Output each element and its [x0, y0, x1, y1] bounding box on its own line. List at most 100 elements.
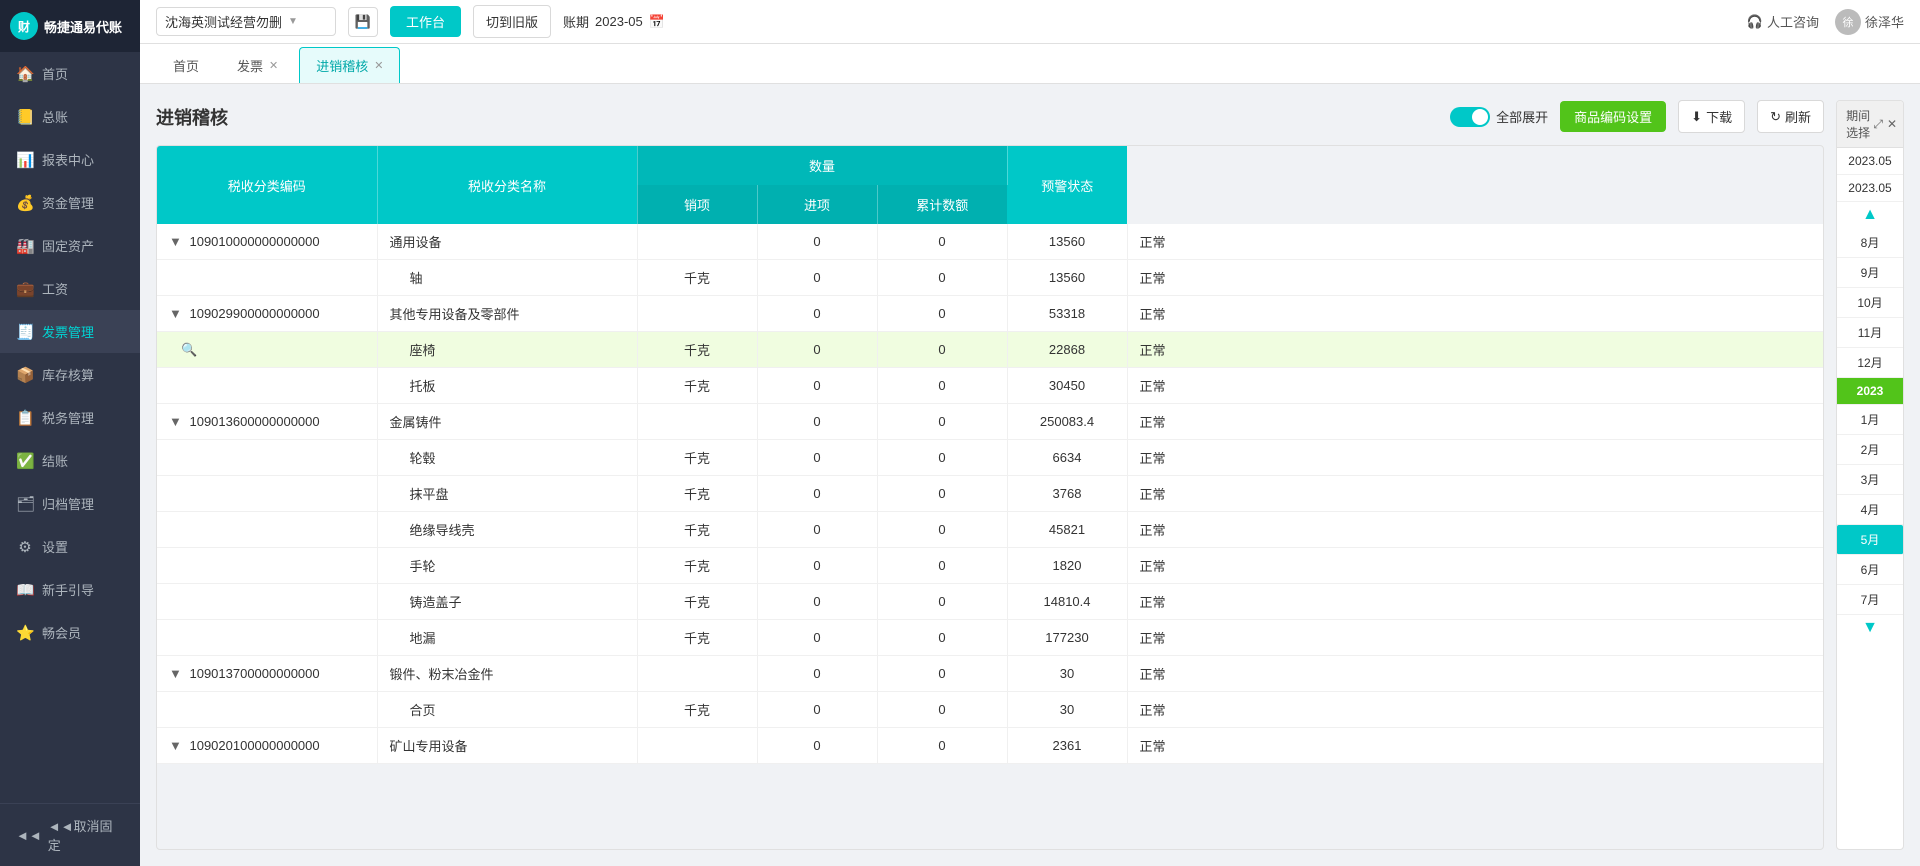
period-item-2023-05-b[interactable]: 2023.05: [1837, 175, 1903, 202]
refresh-button[interactable]: ↻ 刷新: [1757, 100, 1824, 133]
table-row: 托板 千克 0 0 30450 正常: [157, 368, 1823, 404]
table-cell-warning: 正常: [1127, 620, 1823, 656]
expand-icon[interactable]: ▼: [169, 738, 182, 753]
table-cell-sales: 0: [757, 584, 877, 620]
sidebar-item-member[interactable]: ⭐ 畅会员: [0, 611, 140, 654]
period-3[interactable]: 3月: [1837, 465, 1903, 495]
content-area: 进销稽核 全部展开 商品编码设置 ⬇ 下载 ↻ 刷: [140, 84, 1920, 866]
funds-icon: 💰: [16, 194, 34, 212]
search-icon[interactable]: 🔍: [181, 342, 197, 357]
workbench-button[interactable]: 工作台: [390, 6, 461, 37]
tab-invoice[interactable]: 发票 ✕: [220, 47, 295, 83]
sidebar-label-home: 首页: [42, 64, 68, 83]
table-cell-purchase: 0: [877, 332, 1007, 368]
product-code-button[interactable]: 商品编码设置: [1560, 101, 1666, 132]
reports-icon: 📊: [16, 151, 34, 169]
period-4[interactable]: 4月: [1837, 495, 1903, 525]
expand-icon[interactable]: ▼: [169, 666, 182, 681]
table-cell-purchase: 0: [877, 584, 1007, 620]
period-5-active[interactable]: 5月: [1837, 525, 1903, 555]
expand-icon[interactable]: ▼: [169, 234, 182, 249]
sidebar-item-archive[interactable]: 🗂 归档管理: [0, 482, 140, 525]
expand-icon[interactable]: ▼: [169, 414, 182, 429]
toggle-label: 全部展开: [1496, 107, 1548, 126]
logo-text: 畅捷通易代账: [44, 17, 122, 36]
header-quantity-group: 数量: [637, 146, 1007, 185]
table-cell-code: ▼ 109020100000000000: [157, 728, 377, 764]
period-10[interactable]: 10月: [1837, 288, 1903, 318]
table-cell-purchase: 0: [877, 620, 1007, 656]
period-2[interactable]: 2月: [1837, 435, 1903, 465]
period-selector[interactable]: 账期 2023-05 📅: [563, 12, 665, 31]
download-icon: ⬇: [1691, 109, 1702, 125]
period-8[interactable]: 8月: [1837, 228, 1903, 258]
period-11[interactable]: 11月: [1837, 318, 1903, 348]
sidebar-item-inventory[interactable]: 📦 库存核算: [0, 353, 140, 396]
table-row: ▼ 109013700000000000 锻件、粉末冶金件 0 0 30 正常: [157, 656, 1823, 692]
table-cell-sales: 0: [757, 620, 877, 656]
sidebar-item-invoice[interactable]: 🧾 发票管理: [0, 310, 140, 353]
period-1[interactable]: 1月: [1837, 405, 1903, 435]
toggle-track[interactable]: [1450, 107, 1490, 127]
sidebar-item-home[interactable]: 🏠 首页: [0, 52, 140, 95]
expand-icon[interactable]: ▼: [169, 306, 182, 321]
inventory-icon: 📦: [16, 366, 34, 384]
expand-toggle[interactable]: 全部展开: [1450, 107, 1548, 127]
table-cell-unit: 千克: [637, 692, 757, 728]
period-7[interactable]: 7月: [1837, 585, 1903, 615]
period-12[interactable]: 12月: [1837, 348, 1903, 378]
headset-icon: 🎧: [1747, 14, 1763, 30]
header-total: 累计数额: [877, 185, 1007, 224]
table-cell-sales: 0: [757, 656, 877, 692]
table-row: 铸造盖子 千克 0 0 14810.4 正常: [157, 584, 1823, 620]
save-button[interactable]: 💾: [348, 7, 378, 37]
sidebar-item-salary[interactable]: 💼 工资: [0, 267, 140, 310]
unpin-icon: ◄◄: [16, 828, 42, 843]
table-cell-total: 250083.4: [1007, 404, 1127, 440]
tab-invoice-close[interactable]: ✕: [269, 59, 278, 72]
table-cell-purchase: 0: [877, 224, 1007, 260]
download-button[interactable]: ⬇ 下载: [1678, 100, 1745, 133]
period-9[interactable]: 9月: [1837, 258, 1903, 288]
service-button[interactable]: 🎧 人工咨询: [1747, 12, 1819, 31]
sidebar-label-guide: 新手引导: [42, 580, 94, 599]
period-value: 2023-05: [595, 14, 643, 29]
period-item-2023-05-a[interactable]: 2023.05: [1837, 148, 1903, 175]
period-nav-up-button[interactable]: ▲: [1858, 202, 1882, 228]
panel-expand-button[interactable]: ⤢: [1873, 117, 1883, 132]
sidebar-footer-unpin[interactable]: ◄◄ ◄◄取消固定: [0, 803, 140, 866]
sidebar-item-reports[interactable]: 📊 报表中心: [0, 138, 140, 181]
topbar-right: 🎧 人工咨询 徐 徐泽华: [1747, 9, 1904, 35]
company-selector[interactable]: 沈海英测试经营勿删 ▼: [156, 7, 336, 36]
panel-close-button[interactable]: ✕: [1887, 117, 1897, 132]
period-nav-down-button[interactable]: ▼: [1858, 615, 1882, 641]
user-menu[interactable]: 徐 徐泽华: [1835, 9, 1904, 35]
table-cell-warning: 正常: [1127, 368, 1823, 404]
sidebar-item-settings[interactable]: ⚙ 设置: [0, 525, 140, 568]
table-cell-warning: 正常: [1127, 404, 1823, 440]
sidebar-item-settlement[interactable]: ✅ 结账: [0, 439, 140, 482]
period-6[interactable]: 6月: [1837, 555, 1903, 585]
sidebar-item-guide[interactable]: 📖 新手引导: [0, 568, 140, 611]
sidebar: 财 畅捷通易代账 🏠 首页 📒 总账 📊 报表中心 💰 资金管理 🏭 固定资产 …: [0, 0, 140, 866]
right-panel: 期间选择 ⤢ ✕ 2023.05 2023.05 ▲ 8月 9月 10月 11月…: [1836, 100, 1904, 850]
sidebar-item-tax[interactable]: 📋 税务管理: [0, 396, 140, 439]
tab-home-label: 首页: [173, 56, 199, 75]
sidebar-item-assets[interactable]: 🏭 固定资产: [0, 224, 140, 267]
old-version-button[interactable]: 切到旧版: [473, 5, 551, 38]
table-cell-sales: 0: [757, 440, 877, 476]
avatar: 徐: [1835, 9, 1861, 35]
tab-reconcile[interactable]: 进销稽核 ✕: [299, 47, 400, 83]
table-row: 绝缘导线壳 千克 0 0 45821 正常: [157, 512, 1823, 548]
sidebar-label-funds: 资金管理: [42, 193, 94, 212]
tab-home[interactable]: 首页: [156, 47, 216, 83]
table-cell-name: 手轮: [377, 548, 637, 584]
table-cell-total: 13560: [1007, 260, 1127, 296]
tab-reconcile-close[interactable]: ✕: [374, 59, 383, 72]
table-row: ▼ 109029900000000000 其他专用设备及零部件 0 0 5331…: [157, 296, 1823, 332]
header-tax-code: 税收分类编码: [157, 146, 377, 224]
table-cell-code: [157, 512, 377, 548]
sidebar-item-ledger[interactable]: 📒 总账: [0, 95, 140, 138]
table-cell-purchase: 0: [877, 656, 1007, 692]
sidebar-item-funds[interactable]: 💰 资金管理: [0, 181, 140, 224]
